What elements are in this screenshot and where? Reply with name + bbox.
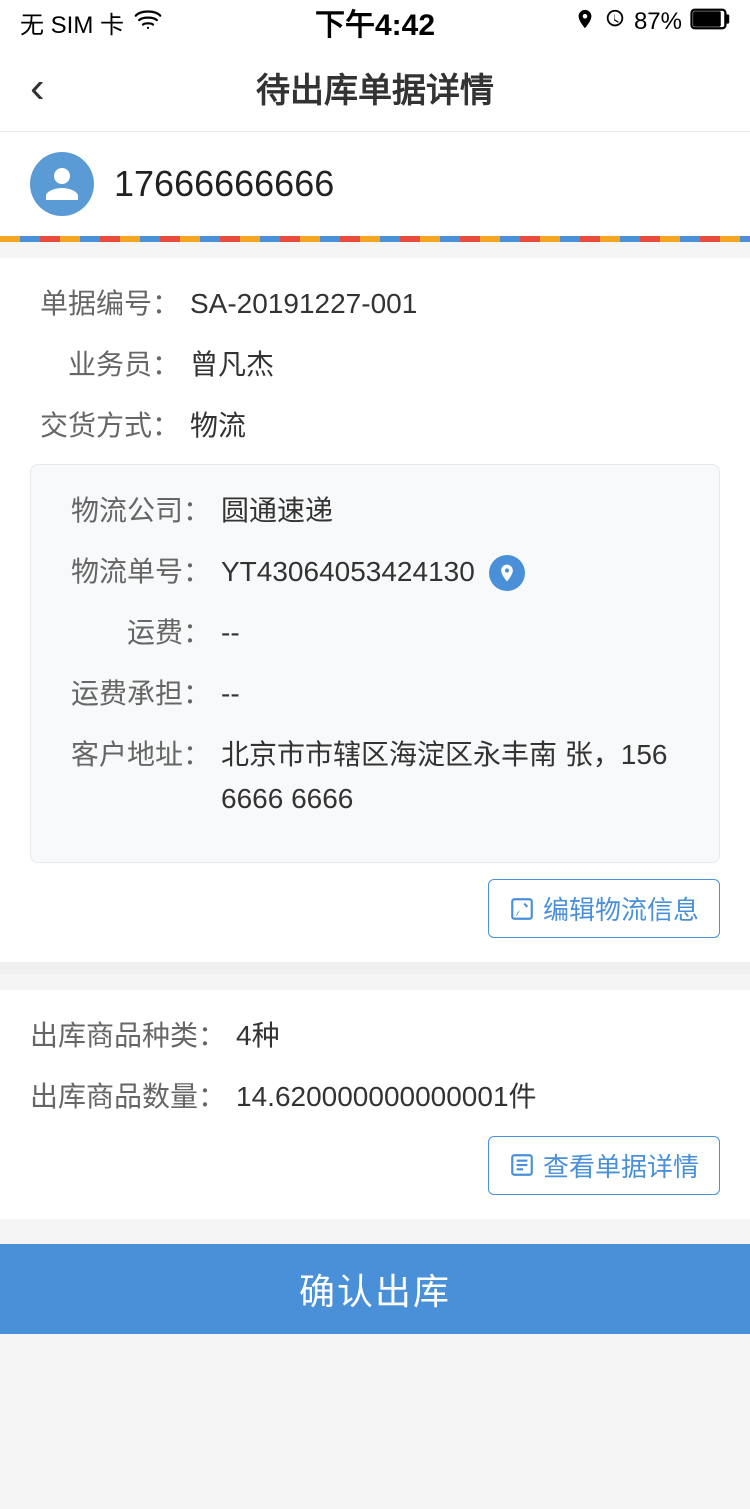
edit-logistics-label: 编辑物流信息 — [543, 890, 699, 927]
status-bar: 无 SIM 卡 下午4:42 87% — [0, 0, 750, 44]
document-number-value: SA-20191227-001 — [190, 282, 720, 327]
delivery-method-value: 物流 — [190, 404, 720, 449]
nav-bar: ‹ 待出库单据详情 — [0, 44, 750, 132]
battery-text: 87% — [634, 8, 682, 36]
edit-logistics-btn-wrapper: 编辑物流信息 — [30, 879, 720, 938]
tracking-number-label: 物流单号： — [61, 550, 221, 595]
document-number-label: 单据编号： — [30, 282, 190, 327]
logistics-company-label: 物流公司： — [61, 489, 221, 534]
section-divider — [0, 962, 750, 974]
location-status-icon — [574, 8, 596, 37]
logistics-card: 物流公司： 圆通速递 物流单号： YT43064053424130 运费： -- — [30, 464, 720, 863]
delivery-method-label: 交货方式： — [30, 404, 190, 449]
logistics-company-value: 圆通速递 — [221, 489, 689, 534]
logistics-company-row: 物流公司： 圆通速递 — [61, 489, 689, 534]
address-value: 北京市市辖区海淀区永丰南 张，156 6666 6666 — [221, 733, 689, 823]
confirm-outbound-button[interactable]: 确认出库 — [0, 1244, 750, 1334]
status-bar-right: 87% — [574, 8, 730, 37]
goods-types-label: 出库商品种类： — [30, 1014, 236, 1059]
customer-phone: 17666666666 — [114, 163, 334, 205]
document-number-row: 单据编号： SA-20191227-001 — [30, 282, 720, 327]
battery-icon — [690, 8, 730, 37]
order-info-section: 单据编号： SA-20191227-001 业务员： 曾凡杰 交货方式： 物流 … — [0, 258, 750, 962]
goods-quantity-label: 出库商品数量： — [30, 1075, 236, 1120]
freight-row: 运费： -- — [61, 611, 689, 656]
goods-quantity-row: 出库商品数量： 14.620000000000001件 — [30, 1075, 720, 1120]
status-bar-left: 无 SIM 卡 — [20, 5, 162, 40]
tracking-number-text: YT43064053424130 — [221, 550, 475, 595]
customer-avatar — [30, 152, 94, 216]
back-button[interactable]: ‹ — [30, 63, 45, 113]
sales-rep-label: 业务员： — [30, 343, 190, 388]
confirm-btn-wrapper: 确认出库 — [0, 1244, 750, 1334]
goods-quantity-value: 14.620000000000001件 — [236, 1075, 720, 1120]
page-title: 待出库单据详情 — [256, 63, 494, 112]
goods-types-row: 出库商品种类： 4种 — [30, 1014, 720, 1059]
view-details-label: 查看单据详情 — [543, 1147, 699, 1184]
freight-bearer-label: 运费承担： — [61, 672, 221, 717]
address-label: 客户地址： — [61, 733, 221, 778]
sales-rep-value: 曾凡杰 — [190, 343, 720, 388]
view-details-btn-wrapper: 查看单据详情 — [30, 1136, 720, 1195]
dashed-divider — [0, 236, 750, 242]
tracking-number-row: 物流单号： YT43064053424130 — [61, 550, 689, 595]
sales-rep-row: 业务员： 曾凡杰 — [30, 343, 720, 388]
customer-header: 17666666666 — [0, 132, 750, 236]
freight-value: -- — [221, 611, 689, 656]
view-details-button[interactable]: 查看单据详情 — [488, 1136, 720, 1195]
freight-bearer-value: -- — [221, 672, 689, 717]
goods-section: 出库商品种类： 4种 出库商品数量： 14.620000000000001件 查… — [0, 990, 750, 1219]
edit-logistics-button[interactable]: 编辑物流信息 — [488, 879, 720, 938]
tracking-location-icon[interactable] — [489, 555, 525, 591]
alarm-icon — [604, 8, 626, 37]
goods-types-value: 4种 — [236, 1014, 720, 1059]
wifi-icon — [134, 8, 162, 36]
status-bar-time: 下午4:42 — [315, 0, 435, 44]
address-row: 客户地址： 北京市市辖区海淀区永丰南 张，156 6666 6666 — [61, 733, 689, 823]
freight-label: 运费： — [61, 611, 221, 656]
carrier-text: 无 SIM 卡 — [20, 5, 124, 40]
freight-bearer-row: 运费承担： -- — [61, 672, 689, 717]
delivery-method-row: 交货方式： 物流 — [30, 404, 720, 449]
tracking-number-value-wrapper: YT43064053424130 — [221, 550, 689, 595]
